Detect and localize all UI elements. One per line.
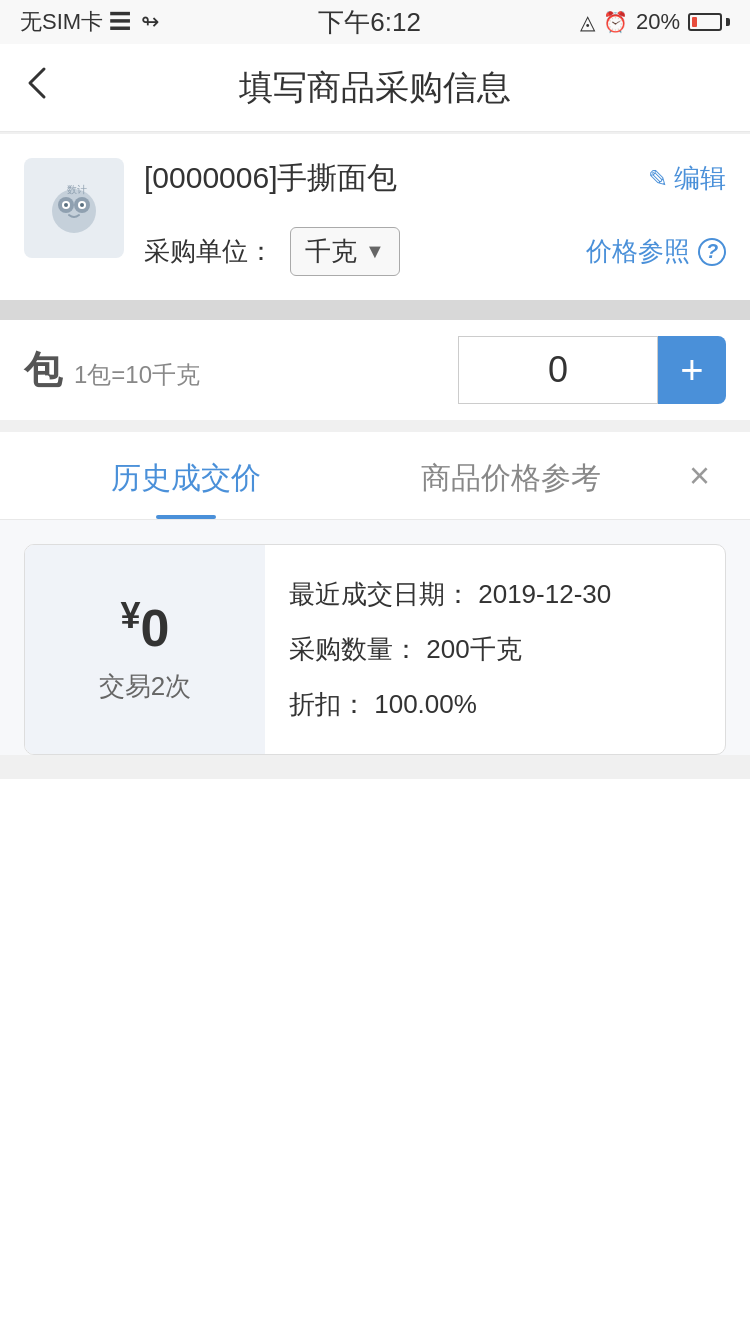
- location-icon: ◬: [580, 10, 595, 34]
- quantity-control: 0 +: [458, 336, 726, 404]
- purchase-qty-label: 采购数量：: [289, 634, 419, 664]
- gray-divider: [0, 300, 750, 320]
- quantity-equiv: 1包=10千克: [74, 359, 200, 391]
- product-thumbnail: 数计: [24, 158, 124, 258]
- nav-bar: 填写商品采购信息: [0, 44, 750, 132]
- page-title: 填写商品采购信息: [239, 65, 511, 111]
- status-bar: 无SIM卡 ☰ ↬ 下午6:12 ◬ ⏰ 20%: [0, 0, 750, 44]
- discount-row: 折扣： 100.00%: [289, 685, 701, 724]
- status-time: 下午6:12: [318, 5, 421, 40]
- battery-pct-text: 20%: [636, 9, 680, 35]
- purchase-unit-label: 采购单位：: [144, 234, 274, 269]
- history-card: ¥0 交易2次 最近成交日期： 2019-12-30 采购数量： 200千克 折…: [24, 544, 726, 755]
- price-ref-label: 价格参照: [586, 234, 690, 269]
- tabs-section: 历史成交价 商品价格参考 × ¥0 交易2次 最近成交日期： 2019-12-3…: [0, 432, 750, 755]
- purchase-qty-row: 采购数量： 200千克: [289, 630, 701, 669]
- quantity-label: 包 1包=10千克: [24, 345, 200, 396]
- alarm-icon: ⏰: [603, 10, 628, 34]
- currency-symbol: ¥: [121, 595, 141, 636]
- product-details: [0000006]手撕面包 ✎ 编辑 采购单位： 千克 ▼ 价格参照 ?: [144, 158, 726, 276]
- product-name: [0000006]手撕面包: [144, 158, 397, 199]
- quantity-section: 包 1包=10千克 0 +: [0, 320, 750, 420]
- recent-date-label: 最近成交日期：: [289, 579, 471, 609]
- help-icon: ?: [698, 238, 726, 266]
- tab-price-ref[interactable]: 商品价格参考: [348, 432, 672, 519]
- close-button[interactable]: ×: [673, 442, 726, 510]
- discount-label: 折扣：: [289, 689, 367, 719]
- recent-date-value: 2019-12-30: [478, 579, 611, 609]
- quantity-plus-button[interactable]: +: [658, 336, 726, 404]
- discount-value: 100.00%: [374, 689, 477, 719]
- main-content: [0, 779, 750, 1334]
- edit-button[interactable]: ✎ 编辑: [648, 161, 726, 196]
- back-button[interactable]: [24, 61, 52, 114]
- product-section: 数计 [0000006]手撕面包 ✎ 编辑 采购单位： 千克 ▼: [0, 134, 750, 300]
- status-right: ◬ ⏰ 20%: [580, 9, 730, 35]
- unit-value: 千克: [305, 234, 357, 269]
- card-trades: 交易2次: [99, 669, 191, 704]
- recent-date-row: 最近成交日期： 2019-12-30: [289, 575, 701, 614]
- status-left: 无SIM卡 ☰ ↬: [20, 7, 159, 37]
- price-ref-button[interactable]: 价格参照 ?: [586, 234, 726, 269]
- edit-icon: ✎: [648, 165, 668, 193]
- svg-point-6: [80, 203, 84, 207]
- quantity-value: 0: [548, 349, 568, 391]
- svg-point-5: [64, 203, 68, 207]
- card-detail-panel: 最近成交日期： 2019-12-30 采购数量： 200千克 折扣： 100.0…: [265, 545, 725, 754]
- quantity-unit: 包: [24, 345, 62, 396]
- battery-icon: [688, 13, 730, 31]
- tab-history-price[interactable]: 历史成交价: [24, 432, 348, 519]
- quantity-input[interactable]: 0: [458, 336, 658, 404]
- card-price-panel: ¥0 交易2次: [25, 545, 265, 754]
- svg-text:数计: 数计: [67, 184, 87, 195]
- plus-icon: +: [680, 348, 703, 393]
- chevron-down-icon: ▼: [365, 240, 385, 263]
- unit-select[interactable]: 千克 ▼: [290, 227, 400, 276]
- card-price-value: ¥0: [121, 595, 170, 658]
- tabs-header: 历史成交价 商品价格参考 ×: [0, 432, 750, 520]
- svg-point-0: [52, 189, 96, 233]
- wifi-icon: ↬: [141, 9, 159, 35]
- carrier-text: 无SIM卡 ☰: [20, 7, 131, 37]
- purchase-qty-value: 200千克: [426, 634, 521, 664]
